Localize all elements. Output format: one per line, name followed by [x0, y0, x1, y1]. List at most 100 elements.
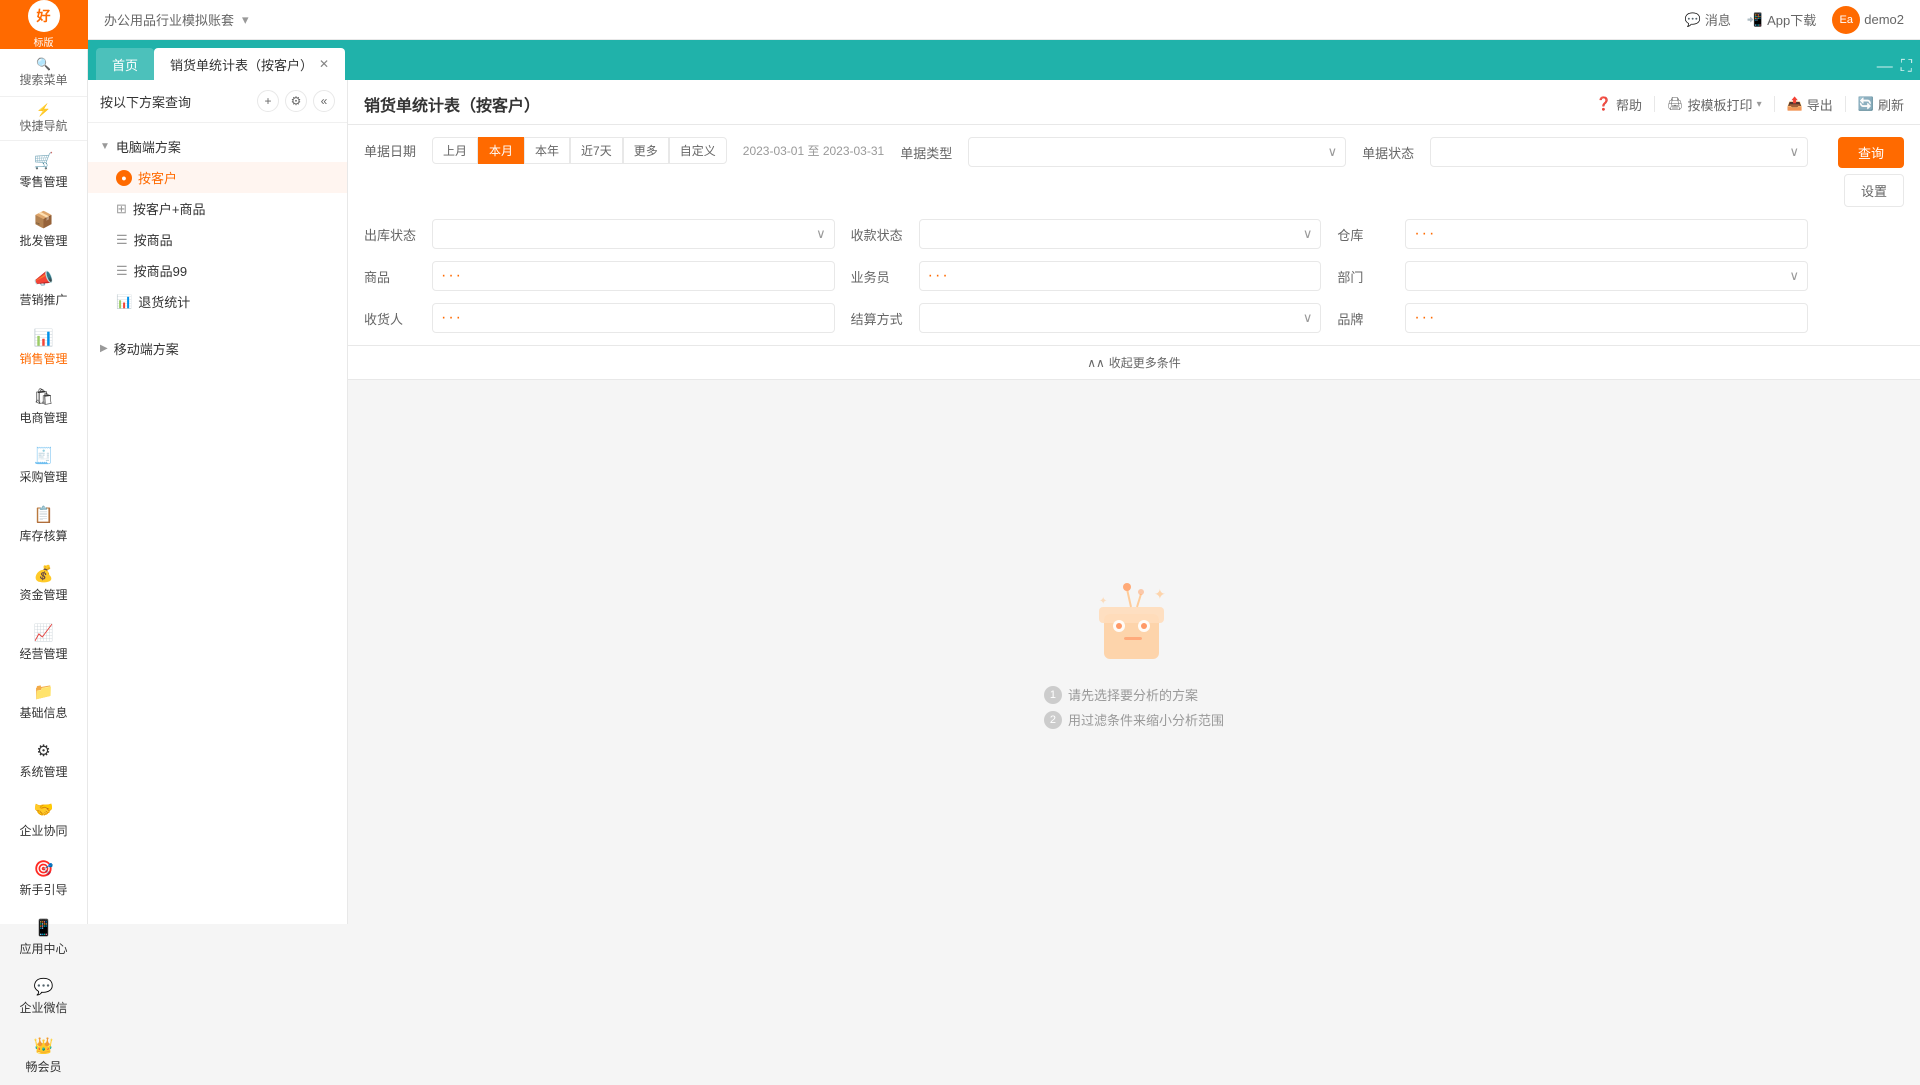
left-panel-header: 按以下方案查询 + ⚙ «	[88, 80, 347, 123]
sidebar-item-enterprise-wechat[interactable]: 💬 企业微信	[0, 967, 87, 1026]
sidebar-item-quick-nav[interactable]: ⚡ 快捷导航	[0, 97, 87, 141]
sidebar-item-marketing[interactable]: 📣 营销推广	[0, 259, 87, 318]
tree-child-by-customer[interactable]: ● 按客户	[88, 162, 347, 193]
brand-label: 品牌	[1337, 309, 1397, 328]
warehouse-select[interactable]: ···	[1405, 219, 1808, 249]
inventory-icon: 📋	[34, 505, 54, 525]
collapse-bar[interactable]: ∧∧ 收起更多条件	[348, 346, 1920, 380]
message-button[interactable]: 💬 消息	[1685, 10, 1731, 29]
department-arrow: ∨	[1790, 268, 1800, 284]
tree-child-label-by-customer: 按客户	[138, 168, 177, 187]
sidebar-item-search[interactable]: 🔍 搜索菜单	[0, 49, 87, 97]
tab-minimize-button[interactable]: —	[1877, 58, 1893, 76]
table-icon: ☰	[116, 232, 128, 248]
sales-icon: 📊	[34, 328, 54, 348]
svg-text:✦: ✦	[1154, 586, 1166, 602]
date-custom[interactable]: 自定义	[669, 137, 727, 164]
settlement-arrow: ∨	[1303, 310, 1313, 326]
doc-type-select[interactable]: ∨	[968, 137, 1346, 167]
sidebar-item-sales[interactable]: 📊 销售管理	[0, 318, 87, 377]
date-last-month[interactable]: 上月	[432, 137, 478, 164]
sidebar-item-new-guide[interactable]: 🎯 新手引导	[0, 849, 87, 908]
app-download-button[interactable]: 📲 App下载	[1747, 10, 1816, 29]
date-label: 单据日期	[364, 141, 424, 160]
tree-child-by-customer-goods[interactable]: ⊞ 按客户+商品	[88, 193, 347, 224]
tree-parent-desktop[interactable]: ▼ 电脑端方案	[88, 131, 347, 162]
tree-child-by-goods-99[interactable]: ☰ 按商品99	[88, 255, 347, 286]
empty-tips: 1 请先选择要分析的方案 2 用过滤条件来缩小分析范围	[1044, 685, 1224, 735]
username: demo2	[1864, 12, 1904, 27]
settings-button[interactable]: 设置	[1844, 174, 1904, 207]
tree-child-return-stat[interactable]: 📊 退货统计	[88, 286, 347, 317]
left-panel: 按以下方案查询 + ⚙ « ▼ 电脑端方案 ● 按客户 ⊞ 按客	[88, 80, 348, 924]
sidebar-item-app-center[interactable]: 📱 应用中心	[0, 908, 87, 967]
query-button[interactable]: 查询	[1838, 137, 1904, 168]
goods-select[interactable]: ···	[432, 261, 835, 291]
receiver-select[interactable]: ···	[432, 303, 835, 333]
add-scheme-button[interactable]: +	[257, 90, 279, 112]
topbar-dropdown-arrow[interactable]: ▾	[242, 12, 249, 28]
help-button[interactable]: ❓ 帮助	[1596, 95, 1642, 114]
sidebar-logo[interactable]: 好 标版	[0, 0, 88, 49]
sidebar-item-operations[interactable]: 📈 经营管理	[0, 613, 87, 672]
system-icon: ⚙	[36, 741, 50, 761]
sidebar-item-inventory[interactable]: 📋 库存核算	[0, 495, 87, 554]
date-range-display: 2023-03-01 至 2023-03-31	[743, 142, 884, 159]
user-info[interactable]: Ea demo2	[1832, 6, 1904, 34]
date-more[interactable]: 更多	[623, 137, 669, 164]
collapse-panel-button[interactable]: «	[313, 90, 335, 112]
doc-status-label: 单据状态	[1362, 143, 1422, 162]
refresh-button[interactable]: 🔄 刷新	[1858, 95, 1904, 114]
app-center-icon: 📱	[34, 918, 54, 938]
sidebar-item-retail[interactable]: 🛒 零售管理	[0, 141, 87, 200]
brand-select[interactable]: ···	[1405, 303, 1808, 333]
filter-area: 单据日期 上月 本月 本年 近7天 更多 自定义 2023-03-01 至 20…	[348, 125, 1920, 346]
export-button[interactable]: 📤 导出	[1787, 95, 1833, 114]
ecommerce-icon: 🛍	[33, 387, 53, 407]
collapse-up-icon: ∧∧	[1087, 356, 1105, 370]
doc-status-select[interactable]: ∨	[1430, 137, 1808, 167]
tab-home-label: 首页	[112, 55, 138, 74]
tabs-bar: 首页 销货单统计表（按客户） ✕ — ⛶	[88, 40, 1920, 80]
wholesale-icon: 📦	[34, 210, 54, 230]
retail-icon: 🛒	[34, 151, 54, 171]
tree-child-by-goods[interactable]: ☰ 按商品	[88, 224, 347, 255]
tab-sales-stat[interactable]: 销货单统计表（按客户） ✕	[154, 48, 345, 80]
settings-scheme-button[interactable]: ⚙	[285, 90, 307, 112]
tree-child-label-return-stat: 退货统计	[138, 292, 190, 311]
sidebar-item-finance[interactable]: 💰 资金管理	[0, 554, 87, 613]
sidebar-item-system[interactable]: ⚙ 系统管理	[0, 731, 87, 790]
out-status-select[interactable]: ∨	[432, 219, 835, 249]
grid-icon: ⊞	[116, 201, 127, 217]
sidebar-item-cooperation[interactable]: 🤝 企业协同	[0, 790, 87, 849]
page-header: 销货单统计表（按客户） ❓ 帮助 🖨 按模板打印 ▾ 📤	[348, 80, 1920, 125]
date-current-month[interactable]: 本月	[478, 137, 524, 164]
date-last-7[interactable]: 近7天	[570, 137, 623, 164]
left-panel-title: 按以下方案查询	[100, 92, 191, 111]
sidebar-item-vip[interactable]: 👑 畅会员	[0, 1026, 87, 1085]
sidebar-item-purchase[interactable]: 🧾 采购管理	[0, 436, 87, 495]
tab-close-icon[interactable]: ✕	[319, 57, 329, 71]
sidebar: 好 标版 🔍 搜索菜单 ⚡ 快捷导航 🛒 零售管理 📦 批发管理 📣 营销推广 …	[0, 0, 88, 924]
doc-type-arrow: ∨	[1328, 144, 1338, 160]
tree-expand-icon: ▼	[100, 141, 110, 152]
salesperson-label: 业务员	[851, 267, 911, 286]
settlement-select[interactable]: ∨	[919, 303, 1322, 333]
tree-child-label-by-goods-99: 按商品99	[134, 261, 187, 280]
salesperson-select[interactable]: ···	[919, 261, 1322, 291]
template-print-button[interactable]: 🖨 按模板打印 ▾	[1667, 95, 1762, 114]
sidebar-item-basic-info[interactable]: 📁 基础信息	[0, 672, 87, 731]
divider-3	[1845, 96, 1846, 112]
out-status-label: 出库状态	[364, 225, 424, 244]
tab-home[interactable]: 首页	[96, 48, 154, 80]
sidebar-item-ecommerce[interactable]: 🛍 电商管理	[0, 377, 87, 436]
tree-child-label-by-customer-goods: 按客户+商品	[133, 199, 206, 218]
tree-parent-mobile[interactable]: ▶ 移动端方案	[88, 333, 347, 364]
page-actions: ❓ 帮助 🖨 按模板打印 ▾ 📤 导出	[1596, 95, 1904, 114]
tab-maximize-button[interactable]: ⛶	[1901, 58, 1912, 76]
receipt-status-select[interactable]: ∨	[919, 219, 1322, 249]
department-select[interactable]: ∨	[1405, 261, 1808, 291]
content-wrapper: 按以下方案查询 + ⚙ « ▼ 电脑端方案 ● 按客户 ⊞ 按客	[88, 80, 1920, 924]
date-current-year[interactable]: 本年	[524, 137, 570, 164]
sidebar-item-wholesale[interactable]: 📦 批发管理	[0, 200, 87, 259]
